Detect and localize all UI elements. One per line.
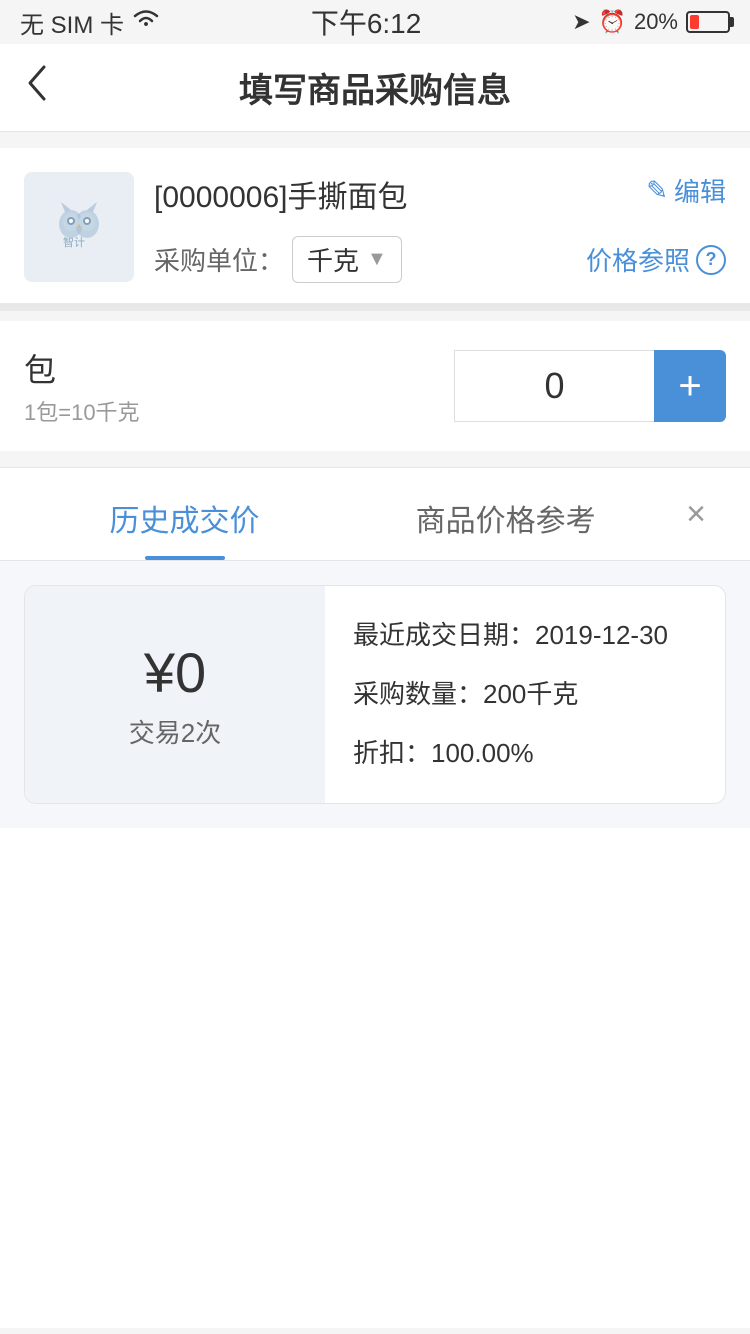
status-time: 下午6:12 [311,2,422,42]
product-name: [0000006]手撕面包 [154,172,407,216]
tab-historical-label: 历史成交价 [110,505,260,538]
bottom-space [0,828,750,1328]
location-icon: ➤ [572,9,590,35]
tabs-header: 历史成交价 商品价格参考 × [0,468,750,561]
svg-text:智计: 智计 [63,235,85,249]
back-button[interactable] [24,63,48,112]
unit-select[interactable]: 千克 ▼ [292,236,402,283]
price-card: ¥0 交易2次 最近成交日期：2019-12-30 采购数量：200千克 折扣：… [24,585,726,804]
quantity-section: 包 1包=10千克 + [0,313,750,451]
help-icon: ? [696,245,726,275]
tab-historical-price[interactable]: 历史成交价 [24,468,345,560]
product-header: [0000006]手撕面包 ✎ 编辑 [154,172,726,216]
alarm-icon: ⏰ [599,9,626,35]
price-details: 最近成交日期：2019-12-30 采购数量：200千克 折扣：100.00% [325,586,725,803]
tab-product-price-ref[interactable]: 商品价格参考 [345,468,666,560]
product-info: [0000006]手撕面包 ✎ 编辑 采购单位： 千克 ▼ 价格参照 ? [154,172,726,283]
battery-percent: 20% [634,9,678,35]
unit-value: 千克 [307,241,359,278]
plus-icon: + [678,364,701,409]
status-right: ➤ ⏰ 20% [572,9,730,35]
tab-close-button[interactable]: × [666,475,726,554]
page-title: 填写商品采购信息 [239,63,511,112]
price-reference-button[interactable]: 价格参照 ? [586,241,726,278]
price-amount: ¥0 [144,640,206,705]
product-card: 智计 [0000006]手撕面包 ✎ 编辑 采购单位： 千克 ▼ 价格参照 [0,148,750,303]
quantity-input[interactable] [454,350,654,422]
price-ref-label: 价格参照 [586,241,690,278]
quantity-row: 采购数量：200千克 [353,675,697,714]
edit-icon: ✎ [646,175,668,206]
wifi-icon [132,8,160,37]
tabs-container: 历史成交价 商品价格参考 × ¥0 交易2次 最近成交日期：2019-12-30… [0,467,750,828]
section-divider [0,303,750,311]
nav-bar: 填写商品采购信息 [0,44,750,132]
quantity-label: 包 1包=10千克 [24,345,140,427]
product-image: 智计 [24,172,134,282]
tab-content-area: ¥0 交易2次 最近成交日期：2019-12-30 采购数量：200千克 折扣：… [0,561,750,828]
carrier-text: 无 SIM 卡 [20,5,124,40]
product-logo-icon: 智计 [49,192,109,262]
unit-row: 采购单位： 千克 ▼ 价格参照 ? [154,236,726,283]
edit-label: 编辑 [674,172,726,209]
unit-label: 采购单位： [154,241,284,278]
quantity-unit-label: 包 [24,345,140,391]
close-icon: × [686,495,706,533]
status-left: 无 SIM 卡 [20,5,160,40]
discount-row: 折扣：100.00% [353,734,697,773]
dropdown-arrow-icon: ▼ [367,248,387,271]
battery-icon [686,11,730,33]
quantity-input-group: + [454,350,726,422]
quantity-plus-button[interactable]: + [654,350,726,422]
edit-button[interactable]: ✎ 编辑 [646,172,726,209]
price-summary: ¥0 交易2次 [25,586,325,803]
recent-date-row: 最近成交日期：2019-12-30 [353,616,697,655]
tab-product-label: 商品价格参考 [416,505,596,538]
status-bar: 无 SIM 卡 下午6:12 ➤ ⏰ 20% [0,0,750,44]
transaction-count: 交易2次 [129,713,221,750]
quantity-conversion-label: 1包=10千克 [24,395,140,427]
